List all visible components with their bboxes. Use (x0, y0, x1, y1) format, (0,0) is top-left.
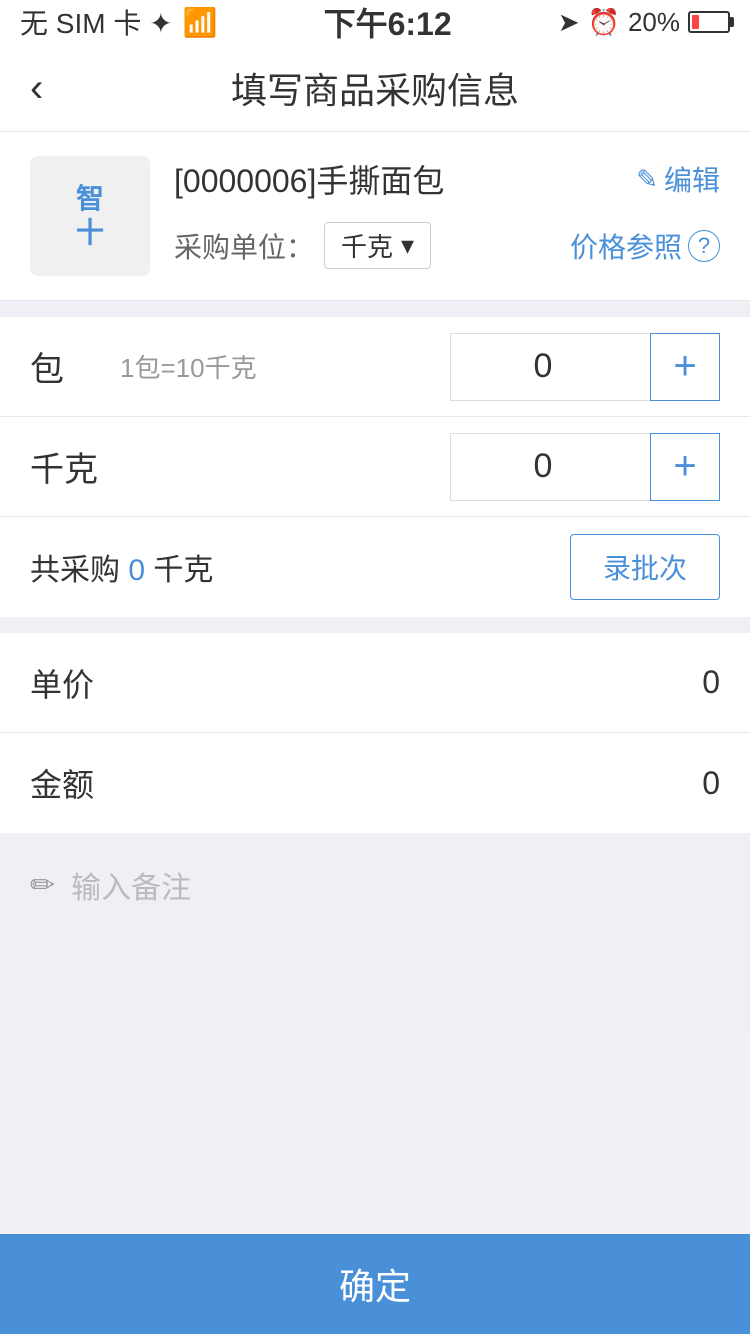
status-bar: 无 SIM 卡 ✦ 📶 下午6:12 ➤ ⏰ 20% (0, 0, 750, 44)
status-right: ➤ ⏰ 20% (558, 7, 730, 38)
kg-plus-button[interactable]: + (650, 433, 720, 501)
unit-price-row: 单价 0 (0, 633, 750, 733)
summary-amount: 0 (128, 554, 145, 587)
product-name: [0000006]手撕面包 (174, 156, 444, 202)
bao-label: 包 (30, 342, 110, 391)
product-card: 智 十 [0000006]手撕面包 ✎ 编辑 采购单位： 千克 ▾ 价格参照 ? (0, 132, 750, 301)
amount-label: 金额 (30, 760, 94, 806)
unit-label: 采购单位： (174, 226, 314, 266)
kg-input-controls: + (450, 433, 720, 501)
section-divider-2 (0, 617, 750, 633)
section-divider-1 (0, 301, 750, 317)
confirm-button-label: 确定 (339, 1258, 411, 1310)
product-info: [0000006]手撕面包 ✎ 编辑 采购单位： 千克 ▾ 价格参照 ? (174, 156, 720, 269)
input-section: 包 1包=10千克 + 千克 + (0, 317, 750, 517)
product-logo: 智 十 (76, 182, 104, 249)
battery-tip (730, 17, 734, 27)
remark-inner: ✏ 输入备注 (30, 863, 720, 907)
price-ref-button[interactable]: 价格参照 ? (570, 226, 720, 266)
remark-section: ✏ 输入备注 (0, 833, 750, 1033)
kg-row: 千克 + (0, 417, 750, 517)
price-ref-help-icon: ? (688, 230, 720, 262)
product-name-row: [0000006]手撕面包 ✎ 编辑 (174, 156, 720, 202)
dropdown-arrow-icon: ▾ (401, 230, 414, 261)
page-title: 填写商品采购信息 (231, 62, 519, 114)
unit-dropdown[interactable]: 千克 ▾ (324, 222, 431, 269)
summary-row: 共采购 0 千克 录批次 (0, 517, 750, 617)
edit-icon: ✎ (636, 164, 658, 195)
kg-quantity-input[interactable] (450, 433, 650, 501)
unit-price-value: 0 (702, 664, 720, 701)
amount-row: 金额 0 (0, 733, 750, 833)
bao-input-controls: + (450, 333, 720, 401)
summary-text: 共采购 0 千克 (30, 545, 213, 589)
status-time: 下午6:12 (324, 0, 452, 45)
unit-selector-group: 采购单位： 千克 ▾ (174, 222, 431, 269)
product-unit-row: 采购单位： 千克 ▾ 价格参照 ? (174, 222, 720, 269)
status-left: 无 SIM 卡 ✦ 📶 (20, 2, 217, 42)
sim-label: 无 SIM 卡 ✦ (20, 2, 173, 42)
batch-button[interactable]: 录批次 (570, 534, 720, 600)
bao-plus-button[interactable]: + (650, 333, 720, 401)
kg-label: 千克 (30, 442, 110, 491)
battery-icon (688, 11, 730, 33)
nav-bar: ‹ 填写商品采购信息 (0, 44, 750, 132)
price-section: 单价 0 金额 0 (0, 633, 750, 833)
confirm-button[interactable]: 确定 (0, 1234, 750, 1334)
bao-quantity-input[interactable] (450, 333, 650, 401)
unit-price-label: 单价 (30, 660, 94, 706)
edit-button[interactable]: ✎ 编辑 (636, 159, 720, 199)
battery-percent: 20% (628, 7, 680, 38)
battery-fill (692, 15, 699, 29)
bottom-spacer (0, 1033, 750, 1133)
bao-sublabel: 1包=10千克 (120, 348, 450, 385)
back-button[interactable]: ‹ (30, 68, 43, 108)
alarm-icon: ⏰ (588, 7, 620, 38)
remark-input[interactable]: 输入备注 (71, 863, 191, 907)
location-icon: ➤ (558, 7, 580, 38)
amount-value: 0 (702, 765, 720, 802)
product-image: 智 十 (30, 156, 150, 276)
pencil-icon: ✏ (30, 868, 55, 903)
bao-row: 包 1包=10千克 + (0, 317, 750, 417)
wifi-icon: 📶 (183, 6, 218, 39)
